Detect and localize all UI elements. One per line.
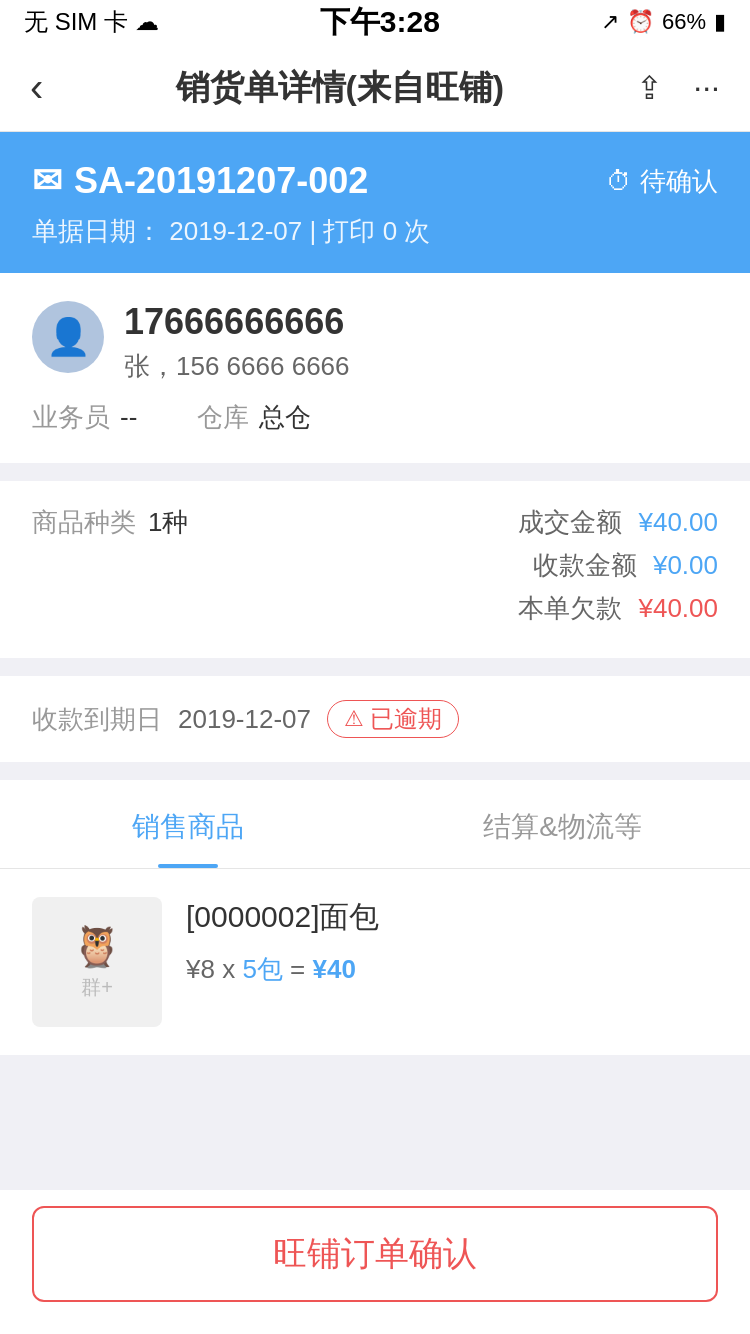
- more-icon[interactable]: ···: [693, 69, 720, 106]
- owed-value: ¥40.00: [638, 593, 718, 624]
- deal-amount-row: 成交金额 ¥40.00: [518, 505, 718, 540]
- product-name: [0000002]面包: [186, 897, 718, 938]
- product-total: ¥40: [313, 954, 356, 984]
- print-info: | 打印 0 次: [309, 216, 430, 246]
- customer-phone: 17666666666: [124, 301, 718, 343]
- alarm-icon: ⏰: [627, 9, 654, 35]
- received-amount-row: 收款金额 ¥0.00: [518, 548, 718, 583]
- customer-info: 17666666666 张，156 6666 6666: [124, 301, 718, 384]
- battery-icon: ▮: [714, 9, 726, 35]
- status-label: 待确认: [640, 164, 718, 199]
- due-date-value: 2019-12-07: [178, 704, 311, 735]
- deal-amount-label: 成交金额: [518, 505, 622, 540]
- status-time: 下午3:28: [320, 2, 440, 43]
- sales-meta: 业务员 --: [32, 400, 137, 435]
- due-label: 收款到期日: [32, 702, 162, 737]
- avatar: 👤: [32, 301, 104, 373]
- order-date: 单据日期： 2019-12-07 | 打印 0 次: [32, 214, 718, 249]
- nav-actions: ⇪ ···: [636, 69, 720, 107]
- product-thumbnail: 🦉 群+: [32, 897, 162, 1027]
- battery-level: 66%: [662, 9, 706, 35]
- avatar-icon: 👤: [46, 316, 91, 358]
- overdue-icon: ⚠: [344, 706, 364, 732]
- owed-label: 本单欠款: [518, 591, 622, 626]
- product-price: ¥8: [186, 954, 215, 984]
- overdue-badge: ⚠ 已逾期: [327, 700, 459, 738]
- product-price-row: ¥8 x 5包 = ¥40: [186, 952, 718, 987]
- warehouse-meta: 仓库 总仓: [197, 400, 311, 435]
- amounts-right: 成交金额 ¥40.00 收款金额 ¥0.00 本单欠款 ¥40.00: [518, 505, 718, 634]
- product-types-label: 商品种类: [32, 505, 136, 540]
- sim-status: 无 SIM 卡 ☁: [24, 6, 159, 38]
- location-icon: ↗: [601, 9, 619, 35]
- product-thumb-label: 群+: [72, 974, 122, 1001]
- overdue-label: 已逾期: [370, 703, 442, 735]
- deal-amount-value: ¥40.00: [638, 507, 718, 538]
- price-multiplier: x: [222, 954, 235, 984]
- product-details: [0000002]面包 ¥8 x 5包 = ¥40: [186, 897, 718, 987]
- received-label: 收款金额: [533, 548, 637, 583]
- warehouse-label: 仓库: [197, 400, 249, 435]
- status-bar: 无 SIM 卡 ☁ 下午3:28 ↗ ⏰ 66% ▮: [0, 0, 750, 44]
- tab-settlement[interactable]: 结算&物流等: [375, 780, 750, 868]
- page-title: 销货单详情(来自旺铺): [176, 65, 505, 111]
- product-item: 🦉 群+ [0000002]面包 ¥8 x 5包 = ¥40: [0, 869, 750, 1055]
- customer-section: 👤 17666666666 张，156 6666 6666 业务员 -- 仓库 …: [0, 273, 750, 463]
- order-id-value: SA-20191207-002: [74, 160, 368, 202]
- back-button[interactable]: ‹: [30, 65, 43, 110]
- status-right: ↗ ⏰ 66% ▮: [601, 9, 726, 35]
- order-icon: ✉: [32, 160, 62, 202]
- tabs-section: 销售商品 结算&物流等 🦉 群+ [0000002]面包 ¥8 x 5包 = ¥…: [0, 780, 750, 1055]
- nav-bar: ‹ 销货单详情(来自旺铺) ⇪ ···: [0, 44, 750, 132]
- date-label: 单据日期：: [32, 216, 162, 246]
- confirm-button[interactable]: 旺铺订单确认: [32, 1206, 718, 1302]
- warehouse-value: 总仓: [259, 400, 311, 435]
- date-value: 2019-12-07: [169, 216, 302, 246]
- order-summary: 商品种类 1种 成交金额 ¥40.00 收款金额 ¥0.00 本单欠款 ¥40.…: [0, 481, 750, 658]
- due-date-section: 收款到期日 2019-12-07 ⚠ 已逾期: [0, 676, 750, 762]
- tab-sales-products[interactable]: 销售商品: [0, 780, 375, 868]
- status-left: 无 SIM 卡 ☁: [24, 6, 159, 38]
- sales-label: 业务员: [32, 400, 110, 435]
- sales-value: --: [120, 402, 137, 433]
- customer-meta: 业务员 -- 仓库 总仓: [32, 400, 718, 435]
- share-icon[interactable]: ⇪: [636, 69, 663, 107]
- product-thumb-icon: 🦉: [72, 923, 122, 970]
- received-value: ¥0.00: [653, 550, 718, 581]
- price-equals: =: [290, 954, 305, 984]
- order-status: ⏱ 待确认: [606, 164, 718, 199]
- product-types: 商品种类 1种: [32, 505, 188, 540]
- product-types-value: 1种: [148, 505, 188, 540]
- owed-amount-row: 本单欠款 ¥40.00: [518, 591, 718, 626]
- bottom-bar: 旺铺订单确认: [0, 1190, 750, 1334]
- clock-icon: ⏱: [606, 166, 632, 197]
- order-id: ✉ SA-20191207-002: [32, 160, 368, 202]
- tabs-row: 销售商品 结算&物流等: [0, 780, 750, 869]
- order-header: ✉ SA-20191207-002 ⏱ 待确认 单据日期： 2019-12-07…: [0, 132, 750, 273]
- product-quantity: 5包: [242, 954, 282, 984]
- customer-name: 张，156 6666 6666: [124, 349, 718, 384]
